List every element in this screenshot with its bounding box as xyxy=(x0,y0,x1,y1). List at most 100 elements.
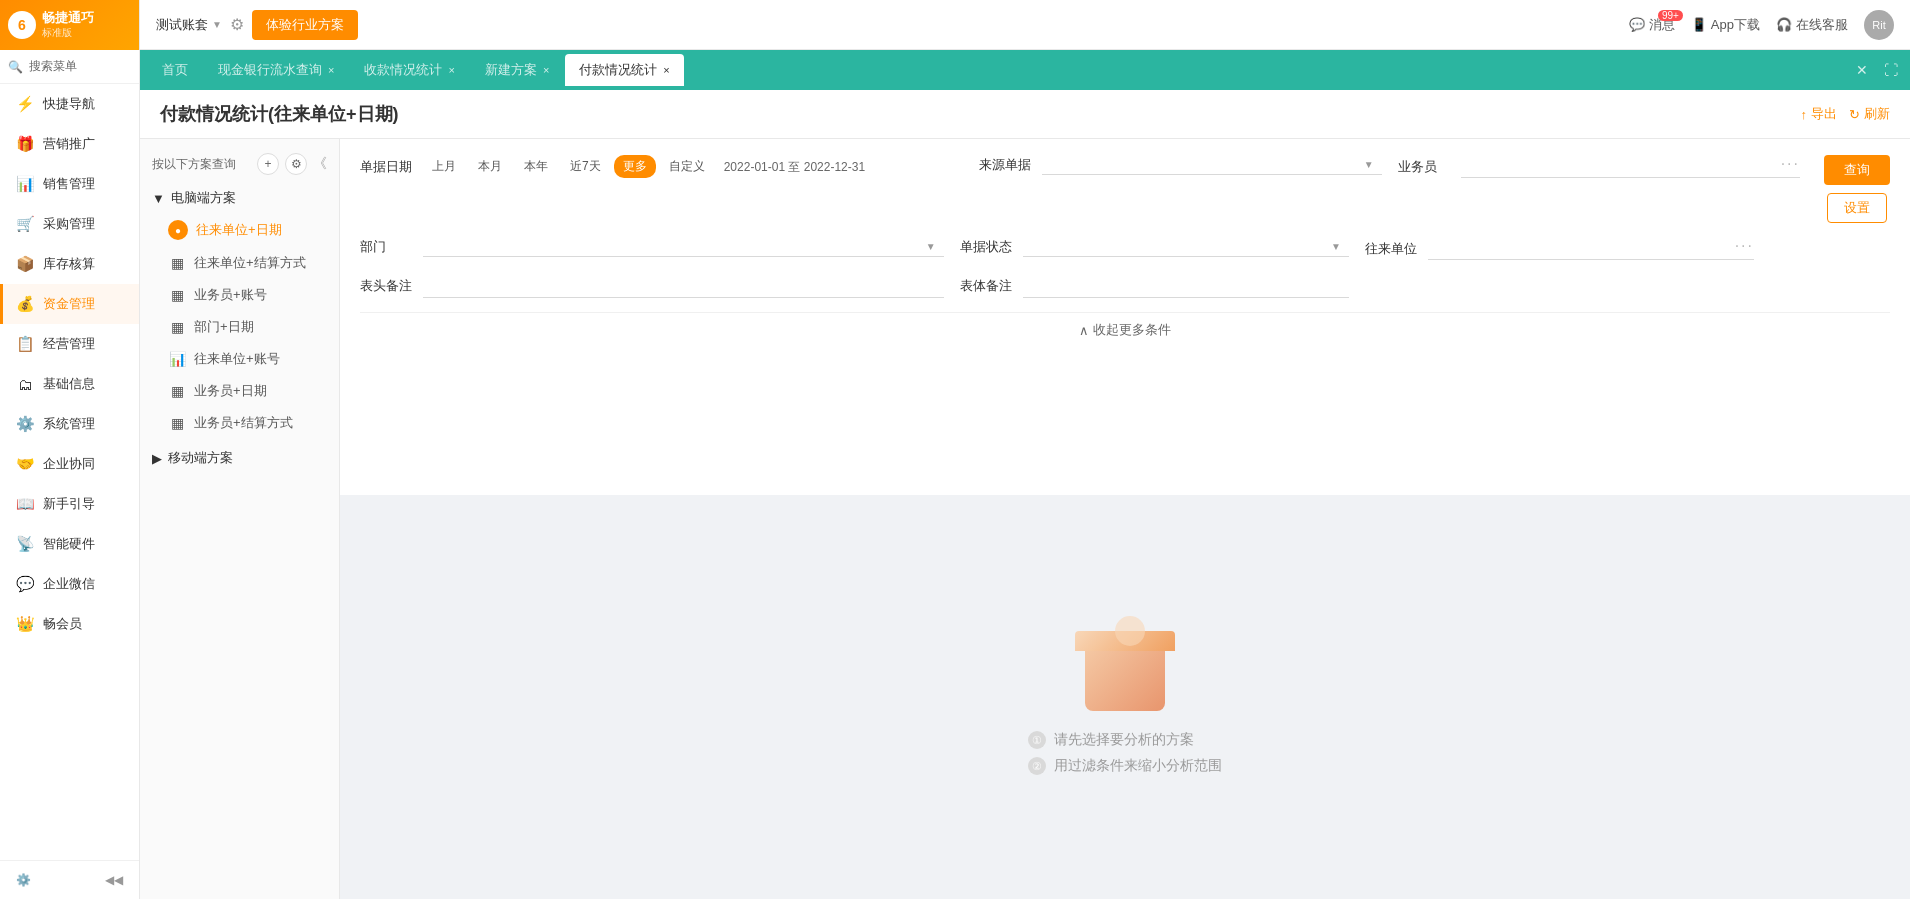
scheme-item-unit-account[interactable]: 📊 往来单位+账号 xyxy=(140,343,339,375)
scheme-group-mobile-title[interactable]: ▶ 移动端方案 xyxy=(140,443,339,473)
scheme-add-btn[interactable]: + xyxy=(257,153,279,175)
scheme-item-staff-date[interactable]: ▦ 业务员+日期 xyxy=(140,375,339,407)
scheme-group-pc-title[interactable]: ▼ 电脑端方案 xyxy=(140,183,339,213)
page-title: 付款情况统计(往来单位+日期) xyxy=(160,102,399,126)
query-button[interactable]: 查询 xyxy=(1824,155,1890,185)
filter-source: 来源单据 ▼ xyxy=(979,155,1381,175)
sidebar-item-system[interactable]: ⚙️ 系统管理 xyxy=(0,404,139,444)
sidebar-item-label: 新手引导 xyxy=(43,495,95,513)
sidebar-item-hardware[interactable]: 📡 智能硬件 xyxy=(0,524,139,564)
sidebar-item-basic-info[interactable]: 🗂 基础信息 xyxy=(0,364,139,404)
tab-bank-flow-close[interactable]: × xyxy=(328,64,334,76)
sidebar-item-marketing[interactable]: 🎁 营销推广 xyxy=(0,124,139,164)
date-btn-last-month[interactable]: 上月 xyxy=(423,155,465,178)
sidebar-item-quick-nav[interactable]: ⚡ 快捷导航 xyxy=(0,84,139,124)
empty-hint-1: ① 请先选择要分析的方案 xyxy=(1028,731,1222,749)
sidebar: 6 畅捷通巧 标准版 🔍 搜索菜单 ⚡ 快捷导航 🎁 营销推广 📊 销售 xyxy=(0,0,140,899)
collapse-label: 收起更多条件 xyxy=(1093,321,1171,339)
scheme-item-dept-date[interactable]: ▦ 部门+日期 xyxy=(140,311,339,343)
setting-button[interactable]: 设置 xyxy=(1827,193,1887,223)
scheme-item-staff-account[interactable]: ▦ 业务员+账号 xyxy=(140,279,339,311)
sidebar-item-inventory[interactable]: 📦 库存核算 xyxy=(0,244,139,284)
refresh-button[interactable]: ↻ 刷新 xyxy=(1849,105,1890,123)
tab-income-stats-label: 收款情况统计 xyxy=(364,61,442,79)
sidebar-item-wechat[interactable]: 💬 企业微信 xyxy=(0,564,139,604)
scheme-item-staff-settle[interactable]: ▦ 业务员+结算方式 xyxy=(140,407,339,439)
tab-expand-icon[interactable]: ⛶ xyxy=(1880,58,1902,82)
scheme-item-unit-settle[interactable]: ▦ 往来单位+结算方式 xyxy=(140,247,339,279)
sidebar-item-sales[interactable]: 📊 销售管理 xyxy=(0,164,139,204)
date-btn-7days[interactable]: 近7天 xyxy=(561,155,610,178)
tab-close-all-icon[interactable]: ✕ xyxy=(1852,58,1872,82)
salesman-dots[interactable]: ··· xyxy=(1781,155,1800,173)
tab-bank-flow[interactable]: 现金银行流水查询 × xyxy=(204,54,348,86)
sidebar-item-label: 营销推广 xyxy=(43,135,95,153)
counterpart-dots[interactable]: ··· xyxy=(1735,237,1754,255)
tab-payment-stats-close[interactable]: × xyxy=(663,64,669,76)
service-action[interactable]: 🎧 在线客服 xyxy=(1776,16,1848,34)
date-btn-custom[interactable]: 自定义 xyxy=(660,155,714,178)
message-icon: 💬 xyxy=(1629,17,1645,32)
date-btn-this-year[interactable]: 本年 xyxy=(515,155,557,178)
scheme-item-label: 业务员+日期 xyxy=(194,382,267,400)
app-download-action[interactable]: 📱 App下载 xyxy=(1691,16,1760,34)
hint-text-2: 用过滤条件来缩小分析范围 xyxy=(1054,757,1222,775)
sidebar-item-member[interactable]: 👑 畅会员 xyxy=(0,604,139,644)
scheme-item-icon: ▦ xyxy=(168,318,186,336)
sidebar-item-enterprise[interactable]: 🤝 企业协同 xyxy=(0,444,139,484)
footer-collapse-btn[interactable]: ◀◀ xyxy=(97,869,131,891)
operations-icon: 📋 xyxy=(15,334,35,354)
app-label: App下载 xyxy=(1711,16,1760,34)
search-label: 搜索菜单 xyxy=(29,58,77,75)
collapse-conditions-btn[interactable]: ∧ 收起更多条件 xyxy=(360,312,1890,347)
trial-button[interactable]: 体验行业方案 xyxy=(252,10,358,40)
scheme-item-icon: ▦ xyxy=(168,254,186,272)
scheme-group-label: 电脑端方案 xyxy=(171,189,236,207)
salesman-filter-label: 业务员 xyxy=(1398,158,1453,176)
scheme-settings-btn[interactable]: ⚙ xyxy=(285,153,307,175)
illustration-box xyxy=(1085,641,1165,711)
scheme-item-label: 业务员+账号 xyxy=(194,286,267,304)
filter-date: 单据日期 上月 本月 本年 近7天 更多 自定义 xyxy=(360,155,963,178)
quick-nav-icon: ⚡ xyxy=(15,94,35,114)
user-avatar[interactable]: Rit xyxy=(1864,10,1894,40)
date-filter-value: 上月 本月 本年 近7天 更多 自定义 2022-01-01 至 2022-12… xyxy=(423,155,963,178)
sidebar-item-finance[interactable]: 💰 资金管理 xyxy=(0,284,139,324)
sidebar-item-purchase[interactable]: 🛒 采购管理 xyxy=(0,204,139,244)
scheme-group-arrow: ▼ xyxy=(152,191,165,206)
sidebar-item-operations[interactable]: 📋 经营管理 xyxy=(0,324,139,364)
finance-icon: 💰 xyxy=(15,294,35,314)
message-action[interactable]: 💬 消息 99+ xyxy=(1629,16,1675,34)
doc-status-select[interactable]: ▼ xyxy=(1023,237,1349,257)
tab-new-scheme[interactable]: 新建方案 × xyxy=(471,54,563,86)
app-icon: 📱 xyxy=(1691,17,1707,32)
sidebar-item-guide[interactable]: 📖 新手引导 xyxy=(0,484,139,524)
scheme-panel: 按以下方案查询 + ⚙ 《 ▼ 电脑端方案 xyxy=(140,139,340,899)
tab-income-stats-close[interactable]: × xyxy=(448,64,454,76)
topbar-settings-icon[interactable]: ⚙ xyxy=(230,15,244,34)
search-menu[interactable]: 🔍 搜索菜单 xyxy=(0,50,139,84)
footer-settings-btn[interactable]: ⚙️ xyxy=(8,869,39,891)
wechat-icon: 💬 xyxy=(15,574,35,594)
body-note-input[interactable] xyxy=(1023,274,1349,298)
sidebar-item-label: 采购管理 xyxy=(43,215,95,233)
header-note-label: 表头备注 xyxy=(360,277,415,295)
tab-new-scheme-close[interactable]: × xyxy=(543,64,549,76)
date-btn-this-month[interactable]: 本月 xyxy=(469,155,511,178)
header-note-input[interactable] xyxy=(423,274,944,298)
export-button[interactable]: ↑ 导出 xyxy=(1801,105,1838,123)
filter-counterpart: 往来单位 ··· xyxy=(1365,237,1754,260)
company-selector[interactable]: 测试账套 ▼ xyxy=(156,16,222,34)
filter-row-2: 部门 ▼ 单据状态 ▼ xyxy=(360,237,1890,260)
sidebar-item-label: 畅会员 xyxy=(43,615,82,633)
source-select[interactable]: ▼ xyxy=(1042,155,1381,175)
dept-select[interactable]: ▼ xyxy=(423,237,944,257)
tab-home[interactable]: 首页 xyxy=(148,54,202,86)
scheme-item-icon: ▦ xyxy=(168,382,186,400)
scheme-item-unit-date[interactable]: ● 往来单位+日期 xyxy=(140,213,339,247)
scheme-item-icon: 📊 xyxy=(168,350,186,368)
date-btn-more[interactable]: 更多 xyxy=(614,155,656,178)
scheme-collapse-btn[interactable]: 《 xyxy=(313,155,327,173)
tab-income-stats[interactable]: 收款情况统计 × xyxy=(350,54,468,86)
tab-payment-stats[interactable]: 付款情况统计 × xyxy=(565,54,683,86)
